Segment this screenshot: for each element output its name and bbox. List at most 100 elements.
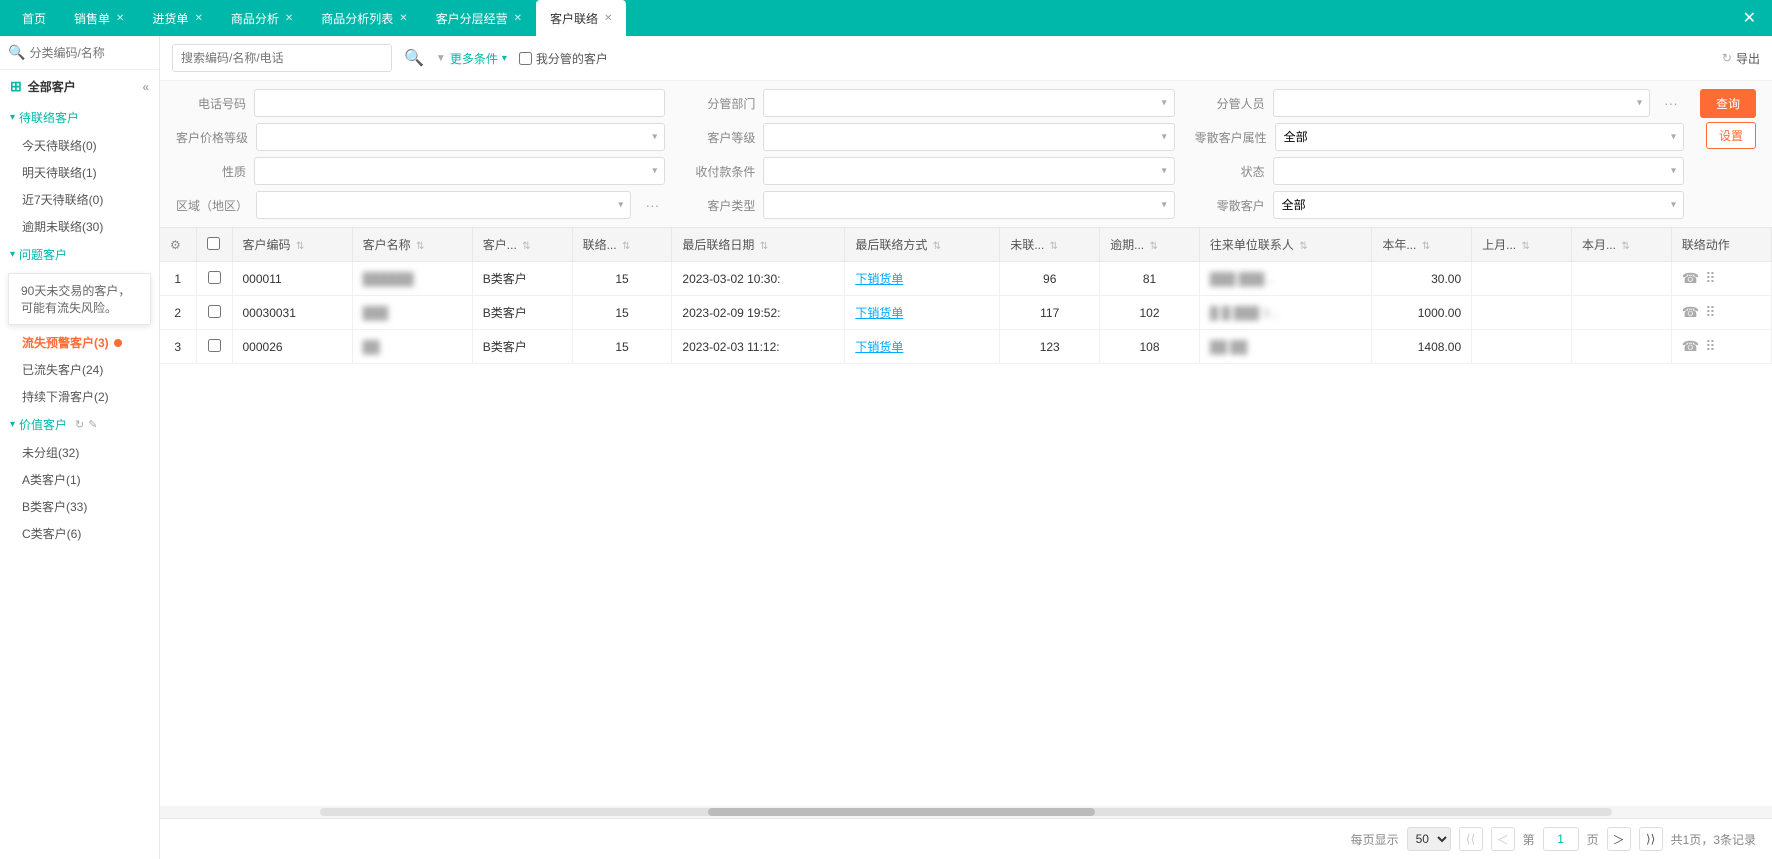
- tab-customer-contact-close[interactable]: ✕: [604, 13, 612, 24]
- per-page-label: 每页显示: [1351, 831, 1399, 848]
- row-checkbox[interactable]: [196, 262, 232, 296]
- region-more-btn[interactable]: ···: [639, 197, 665, 213]
- tab-product-analysis-list-close[interactable]: ✕: [399, 13, 407, 24]
- filter-region: 区域（地区） ···: [176, 191, 665, 219]
- action-more-icon[interactable]: ⠿: [1705, 338, 1715, 355]
- sidebar-group-pending[interactable]: ▾ 待联络客户: [0, 103, 159, 132]
- tab-purchase-close[interactable]: ✕: [194, 13, 202, 24]
- sidebar-group-problem[interactable]: ▾ 问题客户: [0, 240, 159, 269]
- col-actions: 联络动作: [1671, 228, 1771, 262]
- action-more-icon[interactable]: ⠿: [1705, 270, 1715, 287]
- sidebar-item-7days[interactable]: 近7天待联络(0): [0, 186, 159, 213]
- status-select[interactable]: [1273, 157, 1684, 185]
- tab-product-analysis-close[interactable]: ✕: [285, 13, 293, 24]
- row-last-method[interactable]: 下销货单: [845, 330, 1000, 364]
- sidebar-search-input[interactable]: [29, 46, 151, 60]
- sidebar-collapse-btn[interactable]: «: [142, 80, 149, 94]
- action-phone-icon[interactable]: ☎: [1682, 270, 1699, 287]
- tab-sales-close[interactable]: ✕: [116, 13, 124, 24]
- action-phone-icon[interactable]: ☎: [1682, 304, 1699, 321]
- more-conditions-btn[interactable]: ▼ 更多条件 ▾: [436, 50, 507, 67]
- sort-icon-overdue[interactable]: ⇅: [1149, 241, 1157, 252]
- col-this-month: 本月... ⇅: [1571, 228, 1671, 262]
- row-last-method[interactable]: 下销货单: [845, 262, 1000, 296]
- tab-home[interactable]: 首页: [8, 0, 60, 36]
- row-checkbox[interactable]: [196, 296, 232, 330]
- action-more-icon[interactable]: ⠿: [1705, 304, 1715, 321]
- sort-icon-last-month[interactable]: ⇅: [1522, 241, 1530, 252]
- region-select[interactable]: [256, 191, 631, 219]
- window-close-btn[interactable]: ✕: [1735, 8, 1764, 28]
- sort-icon-no-contact[interactable]: ⇅: [1050, 241, 1058, 252]
- tab-customer-contact[interactable]: 客户联络 ✕: [536, 0, 626, 36]
- last-page-btn[interactable]: ⟩⟩: [1639, 827, 1663, 851]
- sidebar-item-class-b[interactable]: B类客户(33): [0, 493, 159, 520]
- horizontal-scrollbar[interactable]: [160, 806, 1772, 818]
- tab-purchase[interactable]: 进货单 ✕: [138, 0, 216, 36]
- sidebar-item-tomorrow[interactable]: 明天待联络(1): [0, 159, 159, 186]
- tab-customer-segment[interactable]: 客户分层经营 ✕: [422, 0, 536, 36]
- per-page-select[interactable]: 50: [1407, 827, 1451, 851]
- sidebar-item-churn-warning[interactable]: 流失预警客户(3): [0, 329, 159, 356]
- dept-select[interactable]: [763, 89, 1174, 117]
- edit-icon[interactable]: ✎: [88, 418, 97, 431]
- row-checkbox[interactable]: [196, 330, 232, 364]
- payment-select[interactable]: [763, 157, 1174, 185]
- sort-icon-unit-contact[interactable]: ⇅: [1299, 241, 1307, 252]
- sidebar-item-class-a[interactable]: A类客户(1): [0, 466, 159, 493]
- sort-icon-contact[interactable]: ⇅: [622, 241, 630, 252]
- query-button[interactable]: 查询: [1700, 89, 1756, 118]
- settings-button[interactable]: 设置: [1706, 122, 1756, 149]
- group-arrow-value: ▾: [10, 419, 15, 430]
- sort-icon-type[interactable]: ⇅: [522, 241, 530, 252]
- export-button[interactable]: ↻ 导出: [1722, 50, 1760, 67]
- tab-product-analysis[interactable]: 商品分析 ✕: [217, 0, 307, 36]
- page-input[interactable]: [1543, 827, 1579, 851]
- my-customers-check[interactable]: [519, 52, 532, 65]
- sidebar-item-overdue[interactable]: 逾期未联络(30): [0, 213, 159, 240]
- sidebar-item-declining[interactable]: 持续下滑客户(2): [0, 383, 159, 410]
- table-row: 1 000011 ██████ B类客户 15 2023-03-02 10:30…: [160, 262, 1772, 296]
- tab-customer-segment-close[interactable]: ✕: [514, 13, 522, 24]
- manager-more-btn[interactable]: ···: [1658, 95, 1684, 111]
- sidebar-group-value[interactable]: ▾ 价值客户 ↻ ✎: [0, 410, 159, 439]
- customer-grade-select[interactable]: [763, 123, 1174, 151]
- tab-sales[interactable]: 销售单 ✕: [60, 0, 138, 36]
- manager-select[interactable]: [1273, 89, 1650, 117]
- next-page-btn[interactable]: ＞: [1607, 827, 1631, 851]
- scrollbar-thumb[interactable]: [708, 808, 1096, 816]
- prev-page-btn[interactable]: ＜: [1491, 827, 1515, 851]
- settings-gear-icon[interactable]: ⚙: [170, 238, 181, 252]
- row-name: ███: [352, 296, 472, 330]
- retail-customer-select[interactable]: 全部: [1273, 191, 1684, 219]
- row-actions: ☎ ⠿: [1671, 330, 1771, 364]
- sort-icon-this-year[interactable]: ⇅: [1422, 241, 1430, 252]
- search-button[interactable]: 🔍: [404, 48, 424, 68]
- sidebar-item-churned[interactable]: 已流失客户(24): [0, 356, 159, 383]
- sidebar-item-today[interactable]: 今天待联络(0): [0, 132, 159, 159]
- sort-icon-code[interactable]: ⇅: [296, 241, 304, 252]
- action-phone-icon[interactable]: ☎: [1682, 338, 1699, 355]
- row-last-month: [1472, 330, 1572, 364]
- retail-attr-select[interactable]: 全部: [1275, 123, 1684, 151]
- select-all-checkbox[interactable]: [207, 237, 220, 250]
- first-page-btn[interactable]: ⟨⟨: [1459, 827, 1483, 851]
- col-checkbox[interactable]: [196, 228, 232, 262]
- price-grade-select[interactable]: [256, 123, 665, 151]
- row-type: B类客户: [472, 330, 572, 364]
- customer-type-select[interactable]: [763, 191, 1174, 219]
- sort-icon-last-method[interactable]: ⇅: [933, 241, 941, 252]
- sort-icon-name[interactable]: ⇅: [416, 241, 424, 252]
- search-input[interactable]: [172, 44, 392, 72]
- nature-select[interactable]: [254, 157, 665, 185]
- sort-icon-last-date[interactable]: ⇅: [760, 241, 768, 252]
- my-customers-checkbox[interactable]: 我分管的客户: [519, 50, 608, 67]
- phone-input[interactable]: [254, 89, 665, 117]
- row-last-method[interactable]: 下销货单: [845, 296, 1000, 330]
- tab-product-analysis-list[interactable]: 商品分析列表 ✕: [307, 0, 421, 36]
- sidebar-item-ungroup[interactable]: 未分组(32): [0, 439, 159, 466]
- sort-icon-this-month[interactable]: ⇅: [1621, 241, 1629, 252]
- refresh-icon[interactable]: ↻: [75, 418, 84, 431]
- sidebar-item-class-c[interactable]: C类客户(6): [0, 520, 159, 547]
- col-settings[interactable]: ⚙: [160, 228, 196, 262]
